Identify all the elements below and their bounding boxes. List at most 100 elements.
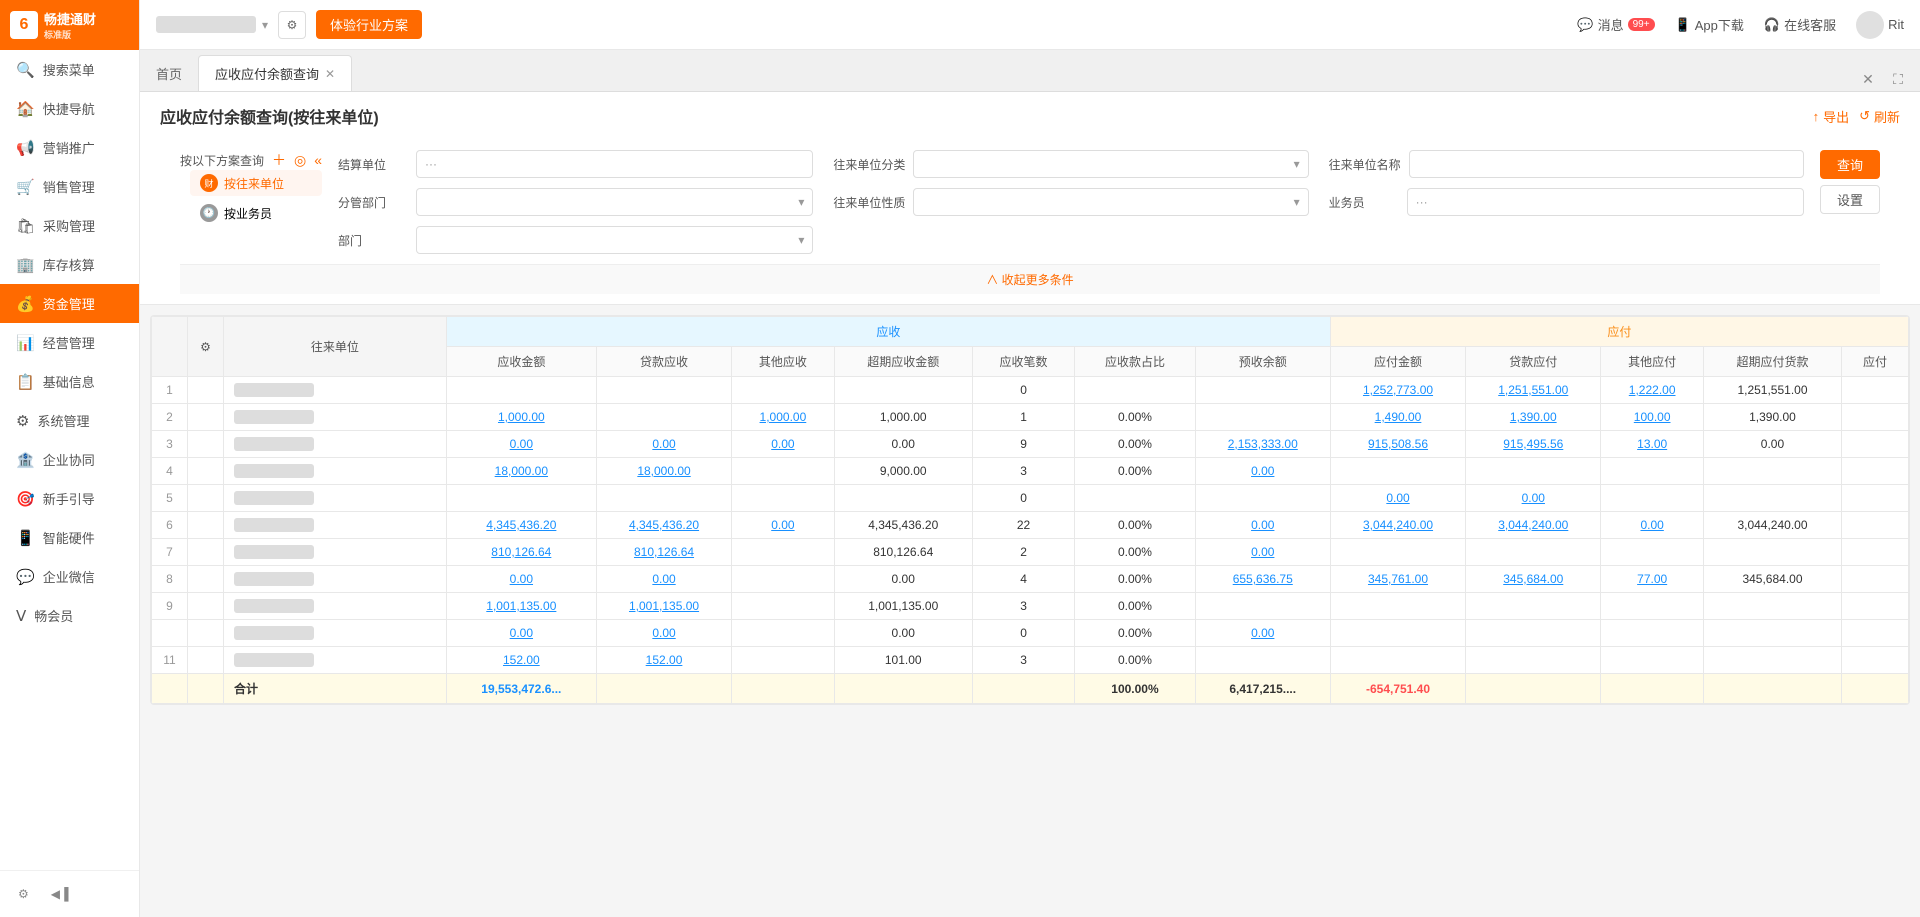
sidebar-item-purchase[interactable]: 🛍 采购管理 [0,206,139,245]
app-download-label: App下载 [1695,15,1744,34]
cell-ar-ratio: 0.00% [1075,647,1195,674]
page-actions: ↑ 导出 ↺ 刷新 [1813,107,1900,126]
filter-option-by-partner[interactable]: 财 按往来单位 [190,170,322,196]
filter-options-panel: 按以下方案查询 ＋ ◎ « 财 按往来单位 🕐 [180,150,322,226]
messages-button[interactable]: 💬 消息 99+ [1577,15,1654,34]
dept-input[interactable]: ▾ [416,226,813,254]
query-button[interactable]: 查询 [1820,150,1880,179]
cell-no: 5 [152,485,188,512]
tab-maximize-button[interactable]: ⛶ [1886,67,1910,91]
cell-ar-other: 0.00 [732,431,835,458]
tab-close-icon[interactable]: ✕ [325,67,335,81]
cell-ap-note [1842,566,1909,593]
app-download-button[interactable]: 📱 App下载 [1675,15,1744,34]
customer-service-button[interactable]: 🎧 在线客服 [1764,15,1836,34]
sidebar-item-label: 基础信息 [43,372,95,391]
sidebar-item-basic[interactable]: 📋 基础信息 [0,362,139,401]
col-ar-overdue: 超期应收金额 [834,347,972,377]
cell-settings [188,377,224,404]
filter-field-settlement-unit: 结算单位 ··· [338,150,813,178]
cell-ap-loan [1466,647,1601,674]
footer-ar-loan [596,674,731,704]
collapse-icon: ◀▐ [51,887,69,901]
sidebar-item-quicknav[interactable]: 🏠 快捷导航 [0,89,139,128]
partner-icon: 财 [200,174,218,192]
cell-no: 8 [152,566,188,593]
settings-gear-button[interactable]: ⚙ [278,11,306,39]
cell-settings [188,404,224,431]
cell-ar-loan: 1,001,135.00 [596,593,731,620]
cell-ar-other [732,566,835,593]
col-ap-loan: 贷款应付 [1466,347,1601,377]
tab-ar-ap[interactable]: 应收应付余额查询 ✕ [198,55,352,91]
dots-icon: ··· [425,157,437,171]
col-ar-prepaid: 预收余额 [1195,347,1330,377]
cell-partner [224,620,447,647]
tab-close-button[interactable]: ✕ [1856,67,1880,91]
settings-button[interactable]: 设置 [1820,185,1880,214]
sidebar-item-fund[interactable]: 💰 资金管理 [0,284,139,323]
salesman-input[interactable]: ··· [1407,188,1804,216]
filter-label-row: 按以下方案查询 ＋ ◎ « [180,150,322,170]
filter-field-salesman: 业务员 ··· [1329,188,1804,216]
refresh-button[interactable]: ↺ 刷新 [1859,107,1900,126]
cell-ar-amount: 810,126.64 [446,539,596,566]
sidebar-item-sales[interactable]: 🛒 销售管理 [0,167,139,206]
cell-ap-amount [1330,458,1465,485]
sidebar-settings-button[interactable]: ⚙ [12,881,35,907]
col-settings-header[interactable]: ⚙ [188,317,224,377]
tab-home[interactable]: 首页 [140,55,198,91]
sidebar-item-member[interactable]: Ⅴ 畅会员 [0,596,139,635]
cell-ap-other [1601,539,1704,566]
sidebar-item-system[interactable]: ⚙ 系统管理 [0,401,139,440]
cell-ar-overdue: 9,000.00 [834,458,972,485]
sidebar-item-wechat[interactable]: 💬 企业微信 [0,557,139,596]
sidebar-item-search[interactable]: 🔍 搜索菜单 [0,50,139,89]
partner-name-input[interactable] [1409,150,1804,178]
cell-no: 7 [152,539,188,566]
sidebar-item-marketing[interactable]: 📢 营销推广 [0,128,139,167]
user-avatar[interactable]: Rit [1856,11,1904,39]
col-ap-note: 应付 [1842,347,1909,377]
page-title: 应收应付余额查询(按往来单位) [160,104,379,128]
tabbar: 首页 应收应付余额查询 ✕ ✕ ⛶ [140,50,1920,92]
cell-ap-loan [1466,458,1601,485]
wechat-icon: 💬 [16,568,35,586]
footer-ar-other [732,674,835,704]
filter-option-by-salesman[interactable]: 🕐 按业务员 [190,200,322,226]
cell-ap-amount [1330,539,1465,566]
cell-partner [224,431,447,458]
cell-ar-loan: 4,345,436.20 [596,512,731,539]
cell-settings [188,539,224,566]
sidebar-item-operation[interactable]: 📊 经营管理 [0,323,139,362]
add-scheme-button[interactable]: ＋ [272,150,286,170]
promo-button[interactable]: 体验行业方案 [316,10,422,39]
sidebar-logo: 6 畅捷通财 标准版 [0,0,139,50]
filter-field-partner-nature: 往来单位性质 ▾ [833,188,1308,216]
table-row: 5 0 0.00 0.00 [152,485,1909,512]
settlement-unit-input[interactable]: ··· [416,150,813,178]
sidebar-item-inventory[interactable]: 🏢 库存核算 [0,245,139,284]
footer-ar-ratio: 100.00% [1075,674,1195,704]
sidebar-item-label: 经营管理 [43,333,95,352]
partner-category-input[interactable]: ▾ [913,150,1308,178]
cell-ap-other [1601,458,1704,485]
table-footer: 合计 19,553,472.6... 100.00% 6,417,215....… [152,674,1909,704]
sidebar-item-corp[interactable]: 🏦 企业协同 [0,440,139,479]
headset-icon: 🎧 [1764,17,1780,33]
cell-ap-other: 1,222.00 [1601,377,1704,404]
collapse-bar[interactable]: ∧ 收起更多条件 [180,264,1880,294]
partner-nature-input[interactable]: ▾ [913,188,1308,216]
branch-dept-input[interactable]: ▾ [416,188,813,216]
export-button[interactable]: ↑ 导出 [1813,107,1850,126]
cell-ar-overdue: 101.00 [834,647,972,674]
scheme-settings-button[interactable]: ◎ [294,152,306,169]
sidebar-collapse-button[interactable]: ◀▐ [45,881,75,907]
sidebar-item-hardware[interactable]: 📱 智能硬件 [0,518,139,557]
scheme-collapse-button[interactable]: « [314,152,322,168]
fund-icon: 💰 [16,295,35,313]
cell-ap-loan: 0.00 [1466,485,1601,512]
sidebar-item-guide[interactable]: 🎯 新手引导 [0,479,139,518]
sidebar-item-label: 库存核算 [43,255,95,274]
sidebar-item-label: 搜索菜单 [43,60,95,79]
